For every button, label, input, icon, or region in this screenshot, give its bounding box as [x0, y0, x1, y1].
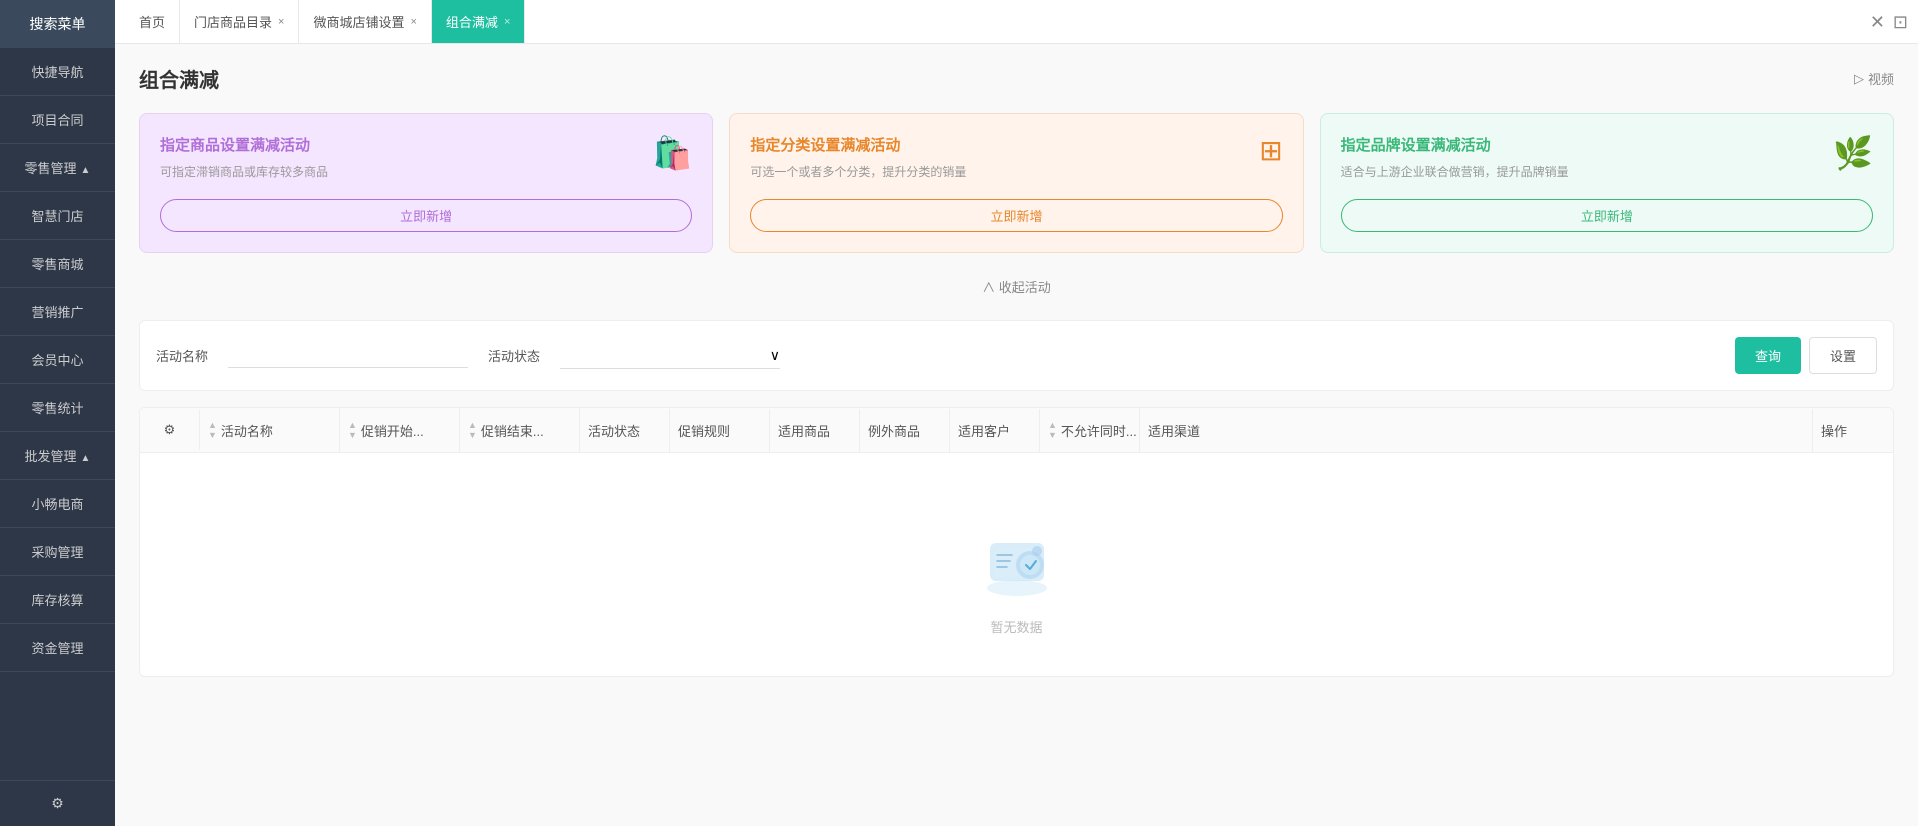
th-applicable-customer-label: 适用客户	[958, 421, 1010, 440]
th-applicable-customer: 适用客户	[950, 409, 1040, 452]
brand-add-btn[interactable]: 立即新增	[1341, 199, 1873, 232]
th-promo-rule: 促销规则	[670, 409, 770, 452]
video-play-icon: ▷	[1854, 71, 1864, 87]
empty-illustration	[972, 513, 1062, 603]
th-promo-end-label: 促销结束...	[481, 421, 544, 440]
filter-name-input[interactable]	[228, 344, 468, 368]
th-promo-start-label: 促销开始...	[361, 421, 424, 440]
settings-col-icon: ⚙	[164, 422, 176, 438]
brand-card-title: 指定品牌设置满减活动	[1341, 134, 1873, 155]
settings-icon: ⚙	[51, 795, 64, 811]
th-activity-name[interactable]: ▲▼ 活动名称	[200, 408, 340, 452]
th-promo-end[interactable]: ▲▼ 促销结束...	[460, 408, 580, 452]
sidebar-settings[interactable]: ⚙	[0, 780, 115, 826]
sidebar-item-project-contract[interactable]: 项目合同	[0, 96, 115, 144]
activity-cards: 指定商品设置满减活动 可指定滞销商品或库存较多商品 🛍️ 立即新增 指定分类设置…	[139, 113, 1894, 253]
empty-text: 暂无数据	[990, 617, 1042, 636]
close-window-btn[interactable]: ✕	[1870, 13, 1885, 31]
sidebar-item-retail-stats[interactable]: 零售统计	[0, 384, 115, 432]
filter-row: 活动名称 活动状态 ∨ 查询 设置	[139, 320, 1894, 391]
goods-card-title: 指定商品设置满减活动	[160, 134, 692, 155]
goods-card-desc: 可指定滞销商品或库存较多商品	[160, 163, 692, 185]
chevron-down-icon: ∨	[770, 347, 780, 364]
tab-label: 门店商品目录	[194, 12, 272, 31]
collapse-bar[interactable]: ∧ 收起活动	[139, 269, 1894, 304]
tab-close-icon[interactable]: ×	[504, 16, 510, 28]
category-card-icon: ⊞	[1259, 134, 1282, 167]
th-promo-start[interactable]: ▲▼ 促销开始...	[340, 408, 460, 452]
filter-actions: 查询 设置	[1735, 337, 1877, 374]
th-activity-name-label: 活动名称	[221, 421, 273, 440]
sidebar-search[interactable]: 搜索菜单	[0, 0, 115, 48]
sidebar-item-smart-store[interactable]: 智慧门店	[0, 192, 115, 240]
query-button[interactable]: 查询	[1735, 337, 1801, 374]
main-area: 首页 门店商品目录 × 微商城店铺设置 × 组合满减 × ✕ ⊡ 组合满减 ▷ 视频 指定商…	[115, 0, 1918, 826]
expand-icon: ▲	[81, 453, 91, 464]
sidebar-item-quick-nav[interactable]: 快捷导航	[0, 48, 115, 96]
tab-combo-discount[interactable]: 组合满减 ×	[432, 0, 525, 43]
page-title: 组合满减	[139, 64, 219, 93]
th-operation-label: 操作	[1821, 421, 1847, 440]
th-except-goods-label: 例外商品	[868, 421, 920, 440]
tab-label: 微商城店铺设置	[313, 12, 404, 31]
th-applicable-channel: 适用渠道	[1140, 409, 1813, 452]
th-activity-status: 活动状态	[580, 409, 670, 452]
th-except-goods: 例外商品	[860, 409, 950, 452]
activity-table: ⚙ ▲▼ 活动名称 ▲▼ 促销开始... ▲▼ 促销结束... 活动状态	[139, 407, 1894, 677]
th-settings[interactable]: ⚙	[140, 410, 200, 450]
video-link[interactable]: ▷ 视频	[1854, 69, 1894, 88]
sidebar-item-purchase-mgmt[interactable]: 采购管理	[0, 528, 115, 576]
collapse-label: ∧ 收起活动	[982, 280, 1051, 295]
goods-add-btn[interactable]: 立即新增	[160, 199, 692, 232]
filter-status-label: 活动状态	[488, 346, 540, 365]
table-header: ⚙ ▲▼ 活动名称 ▲▼ 促销开始... ▲▼ 促销结束... 活动状态	[140, 408, 1893, 453]
empty-state: 暂无数据	[140, 453, 1893, 676]
category-card-title: 指定分类设置满减活动	[750, 134, 1282, 155]
tab-label: 首页	[139, 12, 165, 31]
th-not-allow-label: 不允许同时...	[1061, 421, 1137, 440]
filter-status-select[interactable]: ∨	[560, 343, 780, 369]
th-activity-status-label: 活动状态	[588, 421, 640, 440]
th-operation: 操作	[1813, 409, 1893, 452]
sidebar-item-member-center[interactable]: 会员中心	[0, 336, 115, 384]
sidebar-item-marketing[interactable]: 营销推广	[0, 288, 115, 336]
sidebar-item-retail-mgmt[interactable]: 零售管理▲	[0, 144, 115, 192]
filter-name-label: 活动名称	[156, 346, 208, 365]
tab-close-icon[interactable]: ×	[278, 16, 284, 28]
tab-label: 组合满减	[446, 12, 498, 31]
brand-activity-card: 指定品牌设置满减活动 适合与上游企业联合做营销，提升品牌销量 🌿 立即新增	[1320, 113, 1894, 253]
tab-actions: ✕ ⊡	[1870, 13, 1908, 31]
th-applicable-channel-label: 适用渠道	[1148, 421, 1200, 440]
brand-card-icon: 🌿	[1833, 134, 1873, 172]
goods-card-icon: 🛍️	[652, 134, 692, 172]
tab-home[interactable]: 首页	[125, 0, 180, 43]
brand-card-desc: 适合与上游企业联合做营销，提升品牌销量	[1341, 163, 1873, 185]
expand-icon: ▲	[81, 165, 91, 176]
sidebar-item-finance-mgmt[interactable]: 资金管理	[0, 624, 115, 672]
th-not-allow[interactable]: ▲▼ 不允许同时...	[1040, 408, 1140, 452]
goods-activity-card: 指定商品设置满减活动 可指定滞销商品或库存较多商品 🛍️ 立即新增	[139, 113, 713, 253]
set-button[interactable]: 设置	[1809, 337, 1877, 374]
th-applicable-goods-label: 适用商品	[778, 421, 830, 440]
tab-bar: 首页 门店商品目录 × 微商城店铺设置 × 组合满减 × ✕ ⊡	[115, 0, 1918, 44]
tab-close-icon[interactable]: ×	[410, 16, 416, 28]
category-add-btn[interactable]: 立即新增	[750, 199, 1282, 232]
sidebar-item-xiaochang-ec[interactable]: 小畅电商	[0, 480, 115, 528]
sidebar-item-wholesale-mgmt[interactable]: 批发管理▲	[0, 432, 115, 480]
sidebar-item-retail-mall[interactable]: 零售商城	[0, 240, 115, 288]
th-applicable-goods: 适用商品	[770, 409, 860, 452]
tab-store-catalog[interactable]: 门店商品目录 ×	[180, 0, 299, 43]
category-activity-card: 指定分类设置满减活动 可选一个或者多个分类，提升分类的销量 ⊞ 立即新增	[729, 113, 1303, 253]
video-label: 视频	[1868, 69, 1894, 88]
sidebar-item-inventory-calc[interactable]: 库存核算	[0, 576, 115, 624]
sidebar: 搜索菜单 快捷导航项目合同零售管理▲智慧门店零售商城营销推广会员中心零售统计批发…	[0, 0, 115, 826]
restore-window-btn[interactable]: ⊡	[1893, 13, 1908, 31]
sidebar-search-label: 搜索菜单	[30, 16, 86, 32]
th-promo-rule-label: 促销规则	[678, 421, 730, 440]
page-header: 组合满减 ▷ 视频	[139, 64, 1894, 93]
category-card-desc: 可选一个或者多个分类，提升分类的销量	[750, 163, 1282, 185]
content-area: 组合满减 ▷ 视频 指定商品设置满减活动 可指定滞销商品或库存较多商品 🛍️ 立…	[115, 44, 1918, 826]
tab-wechat-shop-settings[interactable]: 微商城店铺设置 ×	[299, 0, 431, 43]
